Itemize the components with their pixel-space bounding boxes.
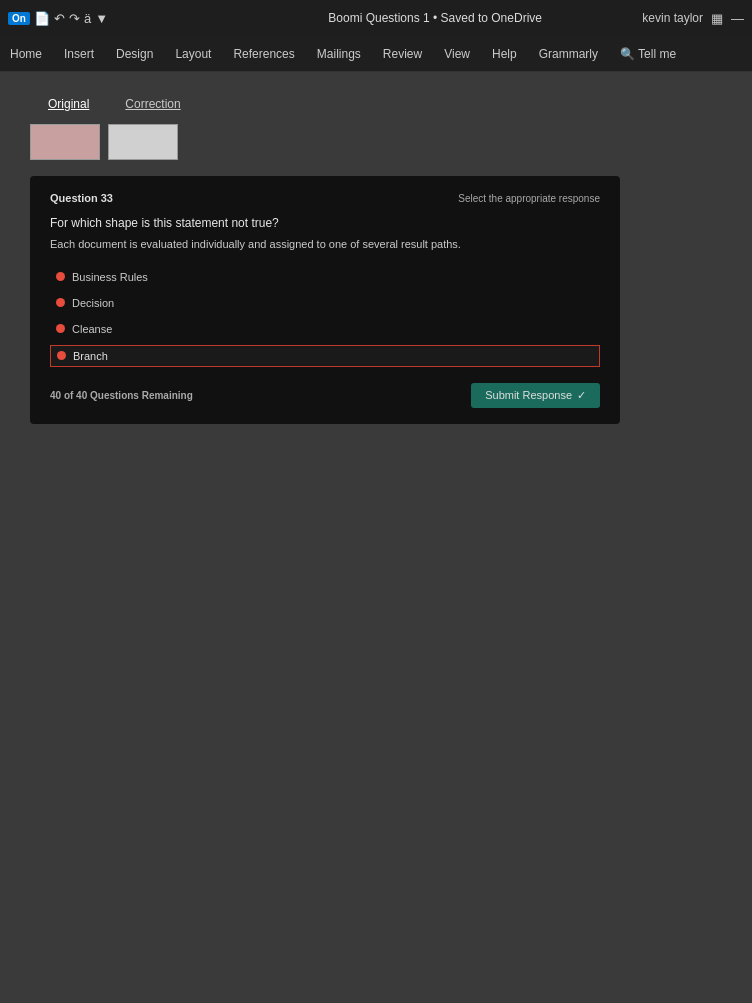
main-area: Original Correction Question 33 Select t… <box>0 72 752 1003</box>
title-bar-left: On 📄 ↶ ↷ ä ▼ <box>8 11 228 26</box>
swatch-row <box>30 124 722 160</box>
option-label-2: Decision <box>72 297 114 309</box>
swatch-correction <box>108 124 178 160</box>
submit-label: Submit Response <box>485 389 572 401</box>
radio-dot-2 <box>56 298 65 307</box>
radio-dot-3 <box>56 324 65 333</box>
ribbon: Home Insert Design Layout References Mai… <box>0 36 752 72</box>
tabs-row: Original Correction <box>30 92 722 116</box>
radio-dot-4 <box>57 351 66 360</box>
more-icon[interactable]: ▼ <box>95 11 108 26</box>
option-label-1: Business Rules <box>72 271 148 283</box>
ribbon-insert[interactable]: Insert <box>62 43 96 65</box>
option-list: Business Rules Decision Cleanse Branch <box>50 267 600 367</box>
ribbon-mailings[interactable]: Mailings <box>315 43 363 65</box>
quiz-footer: 40 of 40 Questions Remaining Submit Resp… <box>50 383 600 408</box>
swatch-original <box>30 124 100 160</box>
option-branch[interactable]: Branch <box>50 345 600 367</box>
tab-original[interactable]: Original <box>30 92 107 116</box>
ribbon-review[interactable]: Review <box>381 43 424 65</box>
title-bar-right: kevin taylor ▦ — <box>642 11 744 26</box>
option-cleanse[interactable]: Cleanse <box>50 319 600 339</box>
file-icon[interactable]: 📄 <box>34 11 50 26</box>
option-decision[interactable]: Decision <box>50 293 600 313</box>
title-bar: On 📄 ↶ ↷ ä ▼ Boomi Questions 1 • Saved t… <box>0 0 752 36</box>
ribbon-design[interactable]: Design <box>114 43 155 65</box>
ribbon-layout[interactable]: Layout <box>173 43 213 65</box>
questions-remaining: 40 of 40 Questions Remaining <box>50 390 193 401</box>
ribbon-references[interactable]: References <box>231 43 296 65</box>
question-label: Question 33 <box>50 192 113 204</box>
title-bar-center: Boomi Questions 1 • Saved to OneDrive <box>234 11 636 25</box>
tab-correction[interactable]: Correction <box>107 92 198 116</box>
document-title: Boomi Questions 1 • Saved to OneDrive <box>328 11 542 25</box>
ribbon-tellme[interactable]: 🔍 Tell me <box>618 43 678 65</box>
on-badge: On <box>8 12 30 25</box>
question-subtext: Each document is evaluated individually … <box>50 236 600 253</box>
ribbon-help[interactable]: Help <box>490 43 519 65</box>
question-text: For which shape is this statement not tr… <box>50 216 600 230</box>
quiz-header: Question 33 Select the appropriate respo… <box>50 192 600 204</box>
format-icon[interactable]: ä <box>84 11 91 26</box>
undo-icon[interactable]: ↶ <box>54 11 65 26</box>
submit-check-icon: ✓ <box>577 389 586 402</box>
option-label-4: Branch <box>73 350 108 362</box>
radio-dot-1 <box>56 272 65 281</box>
redo-icon[interactable]: ↷ <box>69 11 80 26</box>
ribbon-grammarly[interactable]: Grammarly <box>537 43 600 65</box>
option-business-rules[interactable]: Business Rules <box>50 267 600 287</box>
option-label-3: Cleanse <box>72 323 112 335</box>
ribbon-home[interactable]: Home <box>8 43 44 65</box>
user-name: kevin taylor <box>642 11 703 25</box>
submit-response-button[interactable]: Submit Response ✓ <box>471 383 600 408</box>
select-hint: Select the appropriate response <box>458 193 600 204</box>
quiz-card: Question 33 Select the appropriate respo… <box>30 176 620 424</box>
minimize-icon[interactable]: — <box>731 11 744 26</box>
ribbon-view[interactable]: View <box>442 43 472 65</box>
account-icon[interactable]: ▦ <box>711 11 723 26</box>
